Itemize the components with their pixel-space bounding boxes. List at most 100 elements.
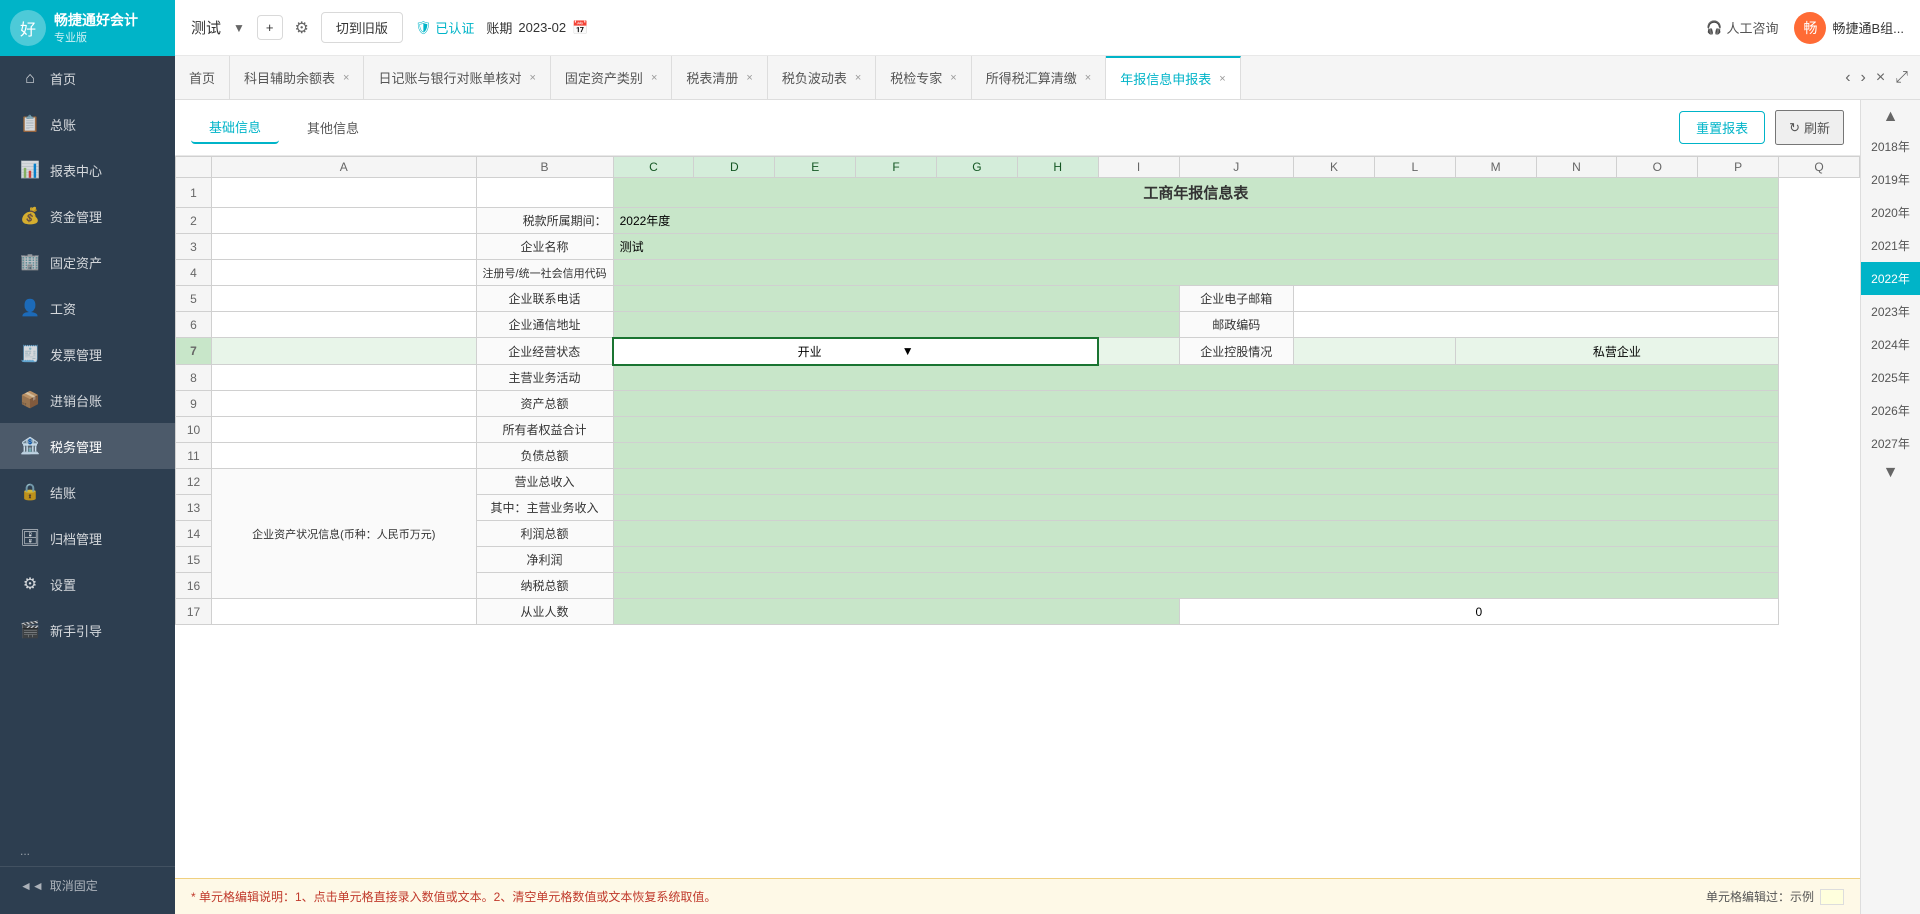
cell-c2[interactable]: 2022年度 bbox=[613, 208, 1779, 234]
cell-a3[interactable] bbox=[212, 234, 477, 260]
close-all-tabs[interactable]: × bbox=[1872, 67, 1889, 89]
year-scroll-up[interactable]: ▲ bbox=[1879, 104, 1903, 130]
cell-b13[interactable]: 其中：主营业务收入 bbox=[476, 495, 613, 521]
user-profile[interactable]: 畅 畅捷通B组... bbox=[1794, 12, 1904, 44]
cell-a1[interactable] bbox=[212, 178, 477, 208]
cell-b8[interactable]: 主营业务活动 bbox=[476, 365, 613, 391]
cell-a5[interactable] bbox=[212, 286, 477, 312]
tab-journal[interactable]: 日记账与银行对账单核对 × bbox=[364, 56, 550, 100]
cell-a8[interactable] bbox=[212, 365, 477, 391]
refresh-button[interactable]: ↻ 刷新 bbox=[1775, 110, 1844, 145]
tab-fixed-asset[interactable]: 固定资产类别 × bbox=[551, 56, 672, 100]
close-tab-income-tax[interactable]: × bbox=[1085, 72, 1091, 84]
cell-a9[interactable] bbox=[212, 391, 477, 417]
col-header-m[interactable]: M bbox=[1455, 157, 1536, 178]
cell-c6[interactable] bbox=[613, 312, 1179, 338]
cell-a11[interactable] bbox=[212, 443, 477, 469]
cell-c17[interactable] bbox=[613, 599, 1179, 625]
cell-a4[interactable] bbox=[212, 260, 477, 286]
sidebar-item-asset[interactable]: 🏢 固定资产 bbox=[0, 239, 175, 285]
cell-j7[interactable]: 企业控股情况 bbox=[1179, 338, 1294, 365]
tab-income-tax[interactable]: 所得税汇算清缴 × bbox=[972, 56, 1106, 100]
year-2021[interactable]: 2021年 bbox=[1861, 229, 1920, 262]
dropdown-arrow[interactable]: ▼ bbox=[902, 344, 914, 358]
sidebar-item-fund[interactable]: 💰 资金管理 bbox=[0, 193, 175, 239]
cell-b17[interactable]: 从业人数 bbox=[476, 599, 613, 625]
cell-b6[interactable]: 企业通信地址 bbox=[476, 312, 613, 338]
sheet-tab-basic[interactable]: 基础信息 bbox=[191, 111, 279, 144]
cell-c10[interactable] bbox=[613, 417, 1779, 443]
sidebar-item-salary[interactable]: 👤 工资 bbox=[0, 285, 175, 331]
close-tab-auxiliary[interactable]: × bbox=[343, 72, 349, 84]
tabs-prev-button[interactable]: ‹ bbox=[1841, 67, 1854, 89]
cell-k6[interactable] bbox=[1294, 312, 1779, 338]
cell-a2[interactable] bbox=[212, 208, 477, 234]
tab-auxiliary[interactable]: 科目辅助余额表 × bbox=[230, 56, 364, 100]
cell-b3[interactable]: 企业名称 bbox=[476, 234, 613, 260]
close-tab-tax-wave[interactable]: × bbox=[855, 72, 861, 84]
cell-c16[interactable] bbox=[613, 573, 1779, 599]
tab-home[interactable]: 首页 bbox=[175, 56, 230, 100]
year-2019[interactable]: 2019年 bbox=[1861, 163, 1920, 196]
col-header-e[interactable]: E bbox=[775, 157, 856, 178]
cell-k7[interactable] bbox=[1294, 338, 1456, 365]
cell-b2[interactable]: 税款所属期间： bbox=[476, 208, 613, 234]
cell-b16[interactable]: 纳税总额 bbox=[476, 573, 613, 599]
sidebar-item-invoice[interactable]: 🧾 发票管理 bbox=[0, 331, 175, 377]
close-tab-fixed-asset[interactable]: × bbox=[651, 72, 657, 84]
close-tab-tax-expert[interactable]: × bbox=[950, 72, 956, 84]
cell-c15[interactable] bbox=[613, 547, 1779, 573]
col-header-k[interactable]: K bbox=[1294, 157, 1375, 178]
cell-c3[interactable]: 测试 bbox=[613, 234, 1779, 260]
cell-j5[interactable]: 企业电子邮箱 bbox=[1179, 286, 1294, 312]
col-header-b[interactable]: B bbox=[476, 157, 613, 178]
cell-b14[interactable]: 利润总额 bbox=[476, 521, 613, 547]
cell-c7[interactable]: 开业 ▼ bbox=[613, 338, 1098, 365]
cell-a7[interactable] bbox=[212, 338, 477, 365]
tab-annual-report[interactable]: 年报信息申报表 × bbox=[1106, 56, 1240, 100]
year-2026[interactable]: 2026年 bbox=[1861, 394, 1920, 427]
cell-c14[interactable] bbox=[613, 521, 1779, 547]
tab-tax-expert[interactable]: 税检专家 × bbox=[876, 56, 971, 100]
col-header-o[interactable]: O bbox=[1617, 157, 1698, 178]
cell-c12[interactable] bbox=[613, 469, 1779, 495]
cell-b12[interactable]: 营业总收入 bbox=[476, 469, 613, 495]
col-header-j[interactable]: J bbox=[1179, 157, 1294, 178]
expand-tabs[interactable]: ⤢ bbox=[1891, 67, 1912, 89]
cell-a6[interactable] bbox=[212, 312, 477, 338]
cell-b11[interactable]: 负债总额 bbox=[476, 443, 613, 469]
close-tab-tax-return[interactable]: × bbox=[746, 72, 752, 84]
cell-c13[interactable] bbox=[613, 495, 1779, 521]
year-2020[interactable]: 2020年 bbox=[1861, 196, 1920, 229]
calendar-icon[interactable]: 📅 bbox=[572, 20, 588, 36]
close-tab-annual-report[interactable]: × bbox=[1219, 73, 1225, 85]
sidebar-item-report[interactable]: 📊 报表中心 bbox=[0, 147, 175, 193]
col-header-n[interactable]: N bbox=[1536, 157, 1617, 178]
cell-i7[interactable] bbox=[1098, 338, 1179, 365]
year-2018[interactable]: 2018年 bbox=[1861, 130, 1920, 163]
cell-title[interactable]: 工商年报信息表 bbox=[613, 178, 1779, 208]
gear-button[interactable]: ⚙ bbox=[295, 18, 309, 38]
year-2027[interactable]: 2027年 bbox=[1861, 427, 1920, 460]
col-header-l[interactable]: L bbox=[1374, 157, 1455, 178]
close-tab-journal[interactable]: × bbox=[529, 72, 535, 84]
sidebar-item-archive[interactable]: 🗄 归档管理 bbox=[0, 515, 175, 561]
cell-m7[interactable]: 私营企业 bbox=[1455, 338, 1778, 365]
year-scroll-down[interactable]: ▼ bbox=[1879, 460, 1903, 486]
add-button[interactable]: + bbox=[257, 15, 283, 40]
reset-button[interactable]: 重置报表 bbox=[1679, 111, 1765, 144]
sidebar-item-tax[interactable]: 🏦 税务管理 bbox=[0, 423, 175, 469]
collapse-button[interactable]: ◄◄ 取消固定 bbox=[0, 866, 175, 904]
app-dropdown[interactable]: ▼ bbox=[233, 21, 245, 35]
cell-a10[interactable] bbox=[212, 417, 477, 443]
cell-j17[interactable]: 0 bbox=[1179, 599, 1779, 625]
cell-c8[interactable] bbox=[613, 365, 1779, 391]
sidebar-item-settings[interactable]: ⚙ 设置 bbox=[0, 561, 175, 607]
sidebar-item-ledger[interactable]: 📋 总账 bbox=[0, 101, 175, 147]
sidebar-item-guide[interactable]: 🎬 新手引导 bbox=[0, 607, 175, 653]
cell-j6[interactable]: 邮政编码 bbox=[1179, 312, 1294, 338]
col-header-a[interactable]: A bbox=[212, 157, 477, 178]
col-header-c[interactable]: C bbox=[613, 157, 694, 178]
cell-b15[interactable]: 净利润 bbox=[476, 547, 613, 573]
sidebar-item-purchase[interactable]: 📦 进销台账 bbox=[0, 377, 175, 423]
